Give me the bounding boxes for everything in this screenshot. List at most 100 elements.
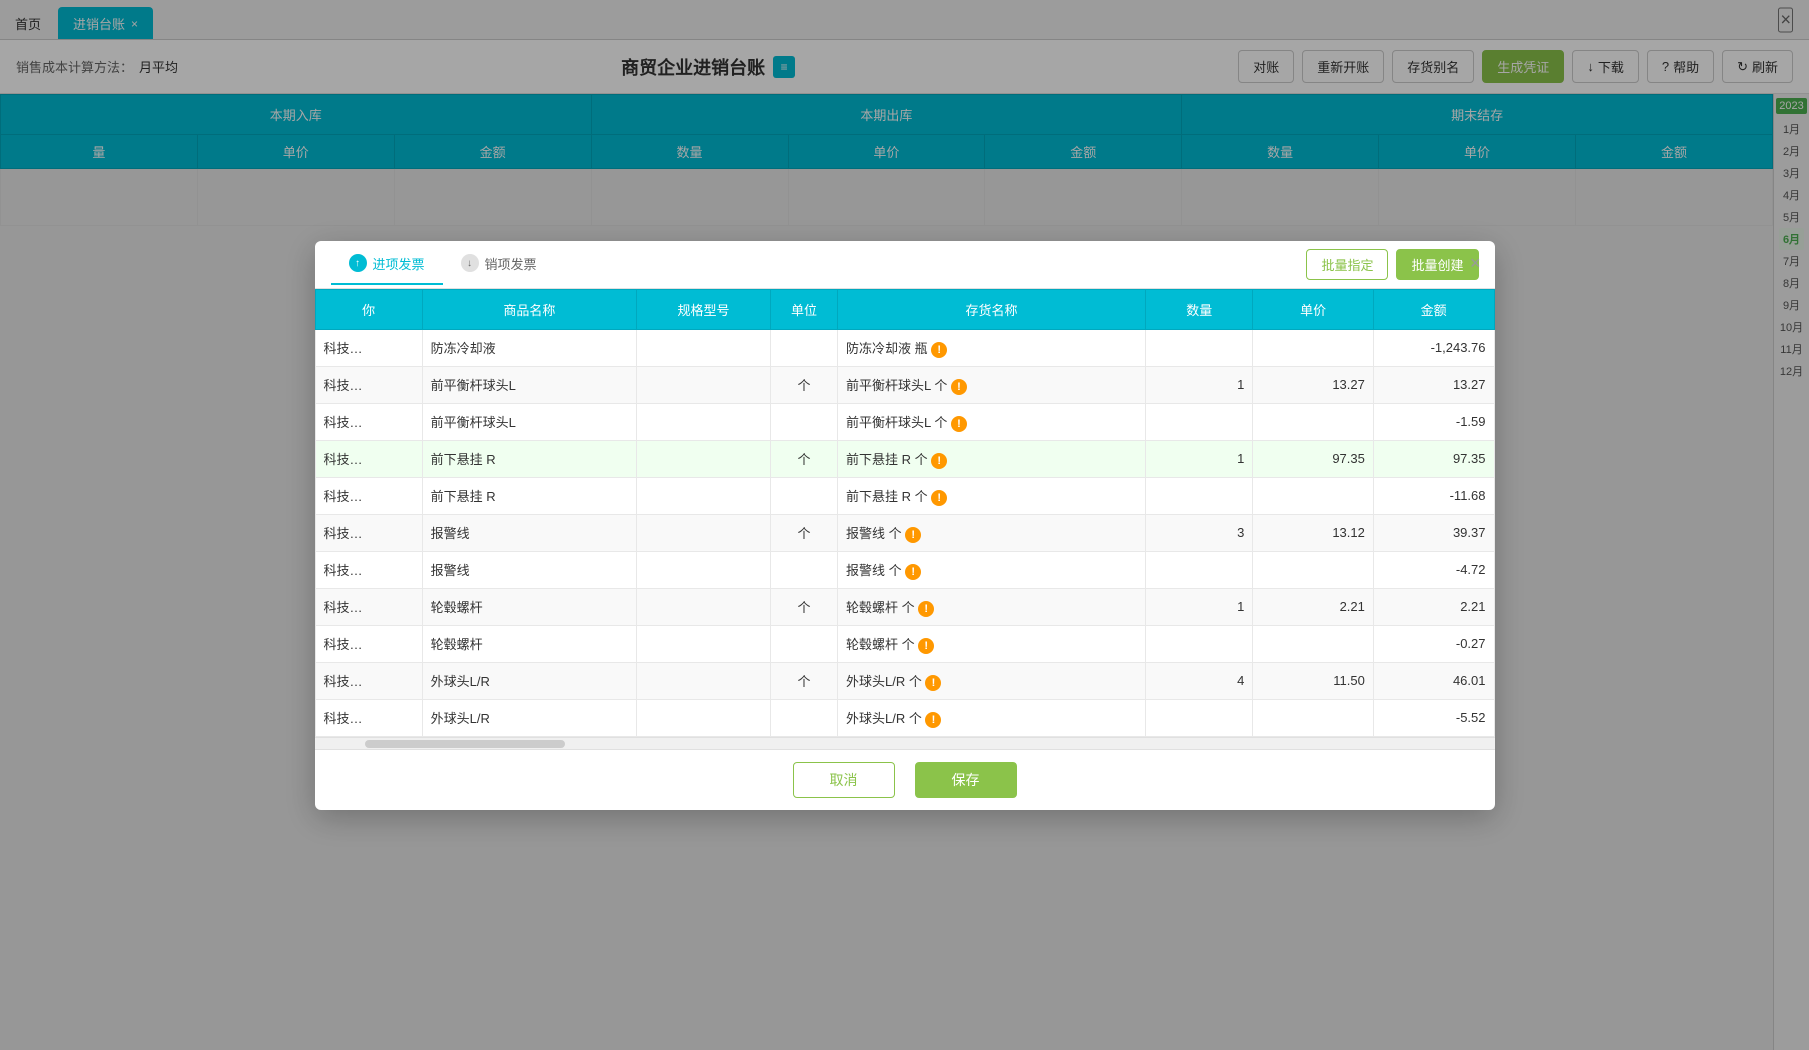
table-cell: 科技… <box>315 551 422 588</box>
table-row[interactable]: 科技…前下悬挂 R个前下悬挂 R 个 !197.3597.35 <box>315 440 1494 477</box>
modal-body: 你 商品名称 规格型号 单位 <box>315 289 1495 749</box>
cancel-button[interactable]: 取消 <box>793 762 895 798</box>
table-cell <box>1253 477 1374 514</box>
inventory-name: 报警线 个 <box>846 526 902 541</box>
warn-icon: ! <box>951 379 967 395</box>
warn-icon: ! <box>925 675 941 691</box>
table-cell: 科技… <box>315 329 422 366</box>
table-cell: 外球头L/R 个 ! <box>837 699 1145 736</box>
table-cell <box>771 699 838 736</box>
table-row[interactable]: 科技…轮毂螺杆轮毂螺杆 个 !-0.27 <box>315 625 1494 662</box>
table-cell <box>637 440 771 477</box>
table-cell: 科技… <box>315 588 422 625</box>
table-cell <box>771 551 838 588</box>
table-cell: 个 <box>771 662 838 699</box>
table-cell: 科技… <box>315 477 422 514</box>
table-cell <box>637 588 771 625</box>
table-cell <box>771 625 838 662</box>
inventory-name: 轮毂螺杆 个 <box>846 600 915 615</box>
sale-tab-icon: ↓ <box>461 254 479 272</box>
inventory-name: 前平衡杆球头L 个 <box>846 378 947 393</box>
table-row[interactable]: 科技…报警线个报警线 个 !313.1239.37 <box>315 514 1494 551</box>
table-cell: 97.35 <box>1373 440 1494 477</box>
table-cell: 个 <box>771 588 838 625</box>
th-col1: 你 <box>315 289 422 329</box>
table-cell <box>1146 403 1253 440</box>
table-row[interactable]: 科技…前平衡杆球头L个前平衡杆球头L 个 !113.2713.27 <box>315 366 1494 403</box>
table-cell: 个 <box>771 440 838 477</box>
th-qty: 数量 <box>1146 289 1253 329</box>
table-cell: 外球头L/R <box>422 662 636 699</box>
table-cell <box>1146 625 1253 662</box>
purchase-tab-icon: ↑ <box>349 254 367 272</box>
table-row[interactable]: 科技…外球头L/R外球头L/R 个 !-5.52 <box>315 699 1494 736</box>
table-cell <box>637 625 771 662</box>
horizontal-scrollbar[interactable] <box>315 737 1495 749</box>
inventory-name: 外球头L/R 个 <box>846 674 922 689</box>
tab-sale[interactable]: ↓ 销项发票 <box>443 244 555 285</box>
table-cell <box>1253 329 1374 366</box>
modal-close-button[interactable]: × <box>1470 253 1481 274</box>
table-cell <box>1253 403 1374 440</box>
tab-purchase[interactable]: ↑ 进项发票 <box>331 244 443 285</box>
warn-icon: ! <box>931 342 947 358</box>
modal-table-body: 科技…防冻冷却液防冻冷却液 瓶 !-1,243.76科技…前平衡杆球头L个前平衡… <box>315 329 1494 736</box>
table-cell <box>1146 551 1253 588</box>
th-product-name: 商品名称 <box>422 289 636 329</box>
table-cell: 防冻冷却液 <box>422 329 636 366</box>
table-cell <box>637 403 771 440</box>
inventory-name: 轮毂螺杆 个 <box>846 637 915 652</box>
inventory-name: 报警线 个 <box>846 563 902 578</box>
modal-table-wrapper[interactable]: 你 商品名称 规格型号 单位 <box>315 289 1495 737</box>
modal-tabs: ↑ 进项发票 ↓ 销项发票 <box>331 244 555 285</box>
table-cell: 1 <box>1146 366 1253 403</box>
table-cell <box>1146 699 1253 736</box>
th-price: 单价 <box>1253 289 1374 329</box>
table-cell: 前下悬挂 R 个 ! <box>837 477 1145 514</box>
table-row[interactable]: 科技…前下悬挂 R前下悬挂 R 个 !-11.68 <box>315 477 1494 514</box>
table-cell <box>637 551 771 588</box>
warn-icon: ! <box>951 416 967 432</box>
modal-header-actions: 批量指定 批量创建 <box>1306 249 1478 280</box>
table-cell <box>771 329 838 366</box>
table-cell: 轮毂螺杆 个 ! <box>837 625 1145 662</box>
table-cell <box>637 662 771 699</box>
table-cell: 个 <box>771 514 838 551</box>
table-cell: 外球头L/R <box>422 699 636 736</box>
table-cell: 科技… <box>315 625 422 662</box>
table-cell: 97.35 <box>1253 440 1374 477</box>
table-cell <box>637 366 771 403</box>
save-button[interactable]: 保存 <box>915 762 1017 798</box>
batch-assign-button[interactable]: 批量指定 <box>1306 249 1388 280</box>
table-cell <box>637 329 771 366</box>
table-cell: 前平衡杆球头L 个 ! <box>837 403 1145 440</box>
table-cell <box>771 403 838 440</box>
table-cell: 科技… <box>315 514 422 551</box>
table-row[interactable]: 科技…防冻冷却液防冻冷却液 瓶 !-1,243.76 <box>315 329 1494 366</box>
table-cell: -11.68 <box>1373 477 1494 514</box>
table-cell: -1.59 <box>1373 403 1494 440</box>
warn-icon: ! <box>931 490 947 506</box>
table-cell: 科技… <box>315 662 422 699</box>
table-cell: 前平衡杆球头L <box>422 403 636 440</box>
warn-icon: ! <box>905 527 921 543</box>
table-cell: 1 <box>1146 440 1253 477</box>
table-cell: 前下悬挂 R 个 ! <box>837 440 1145 477</box>
table-cell: 轮毂螺杆 <box>422 588 636 625</box>
inventory-name: 防冻冷却液 瓶 <box>846 341 928 356</box>
table-cell <box>637 514 771 551</box>
table-cell: 前下悬挂 R <box>422 440 636 477</box>
table-cell: 13.27 <box>1373 366 1494 403</box>
table-cell: 2.21 <box>1373 588 1494 625</box>
table-cell: 13.12 <box>1253 514 1374 551</box>
table-row[interactable]: 科技…外球头L/R个外球头L/R 个 !411.5046.01 <box>315 662 1494 699</box>
batch-create-button[interactable]: 批量创建 <box>1396 249 1478 280</box>
modal-overlay: ↑ 进项发票 ↓ 销项发票 批量指定 批量创建 × <box>0 94 1809 1050</box>
table-row[interactable]: 科技…报警线报警线 个 !-4.72 <box>315 551 1494 588</box>
table-row[interactable]: 科技…轮毂螺杆个轮毂螺杆 个 !12.212.21 <box>315 588 1494 625</box>
th-inventory-name: 存货名称 <box>837 289 1145 329</box>
warn-icon: ! <box>925 712 941 728</box>
table-cell <box>1253 551 1374 588</box>
table-row[interactable]: 科技…前平衡杆球头L前平衡杆球头L 个 !-1.59 <box>315 403 1494 440</box>
table-cell <box>1253 699 1374 736</box>
